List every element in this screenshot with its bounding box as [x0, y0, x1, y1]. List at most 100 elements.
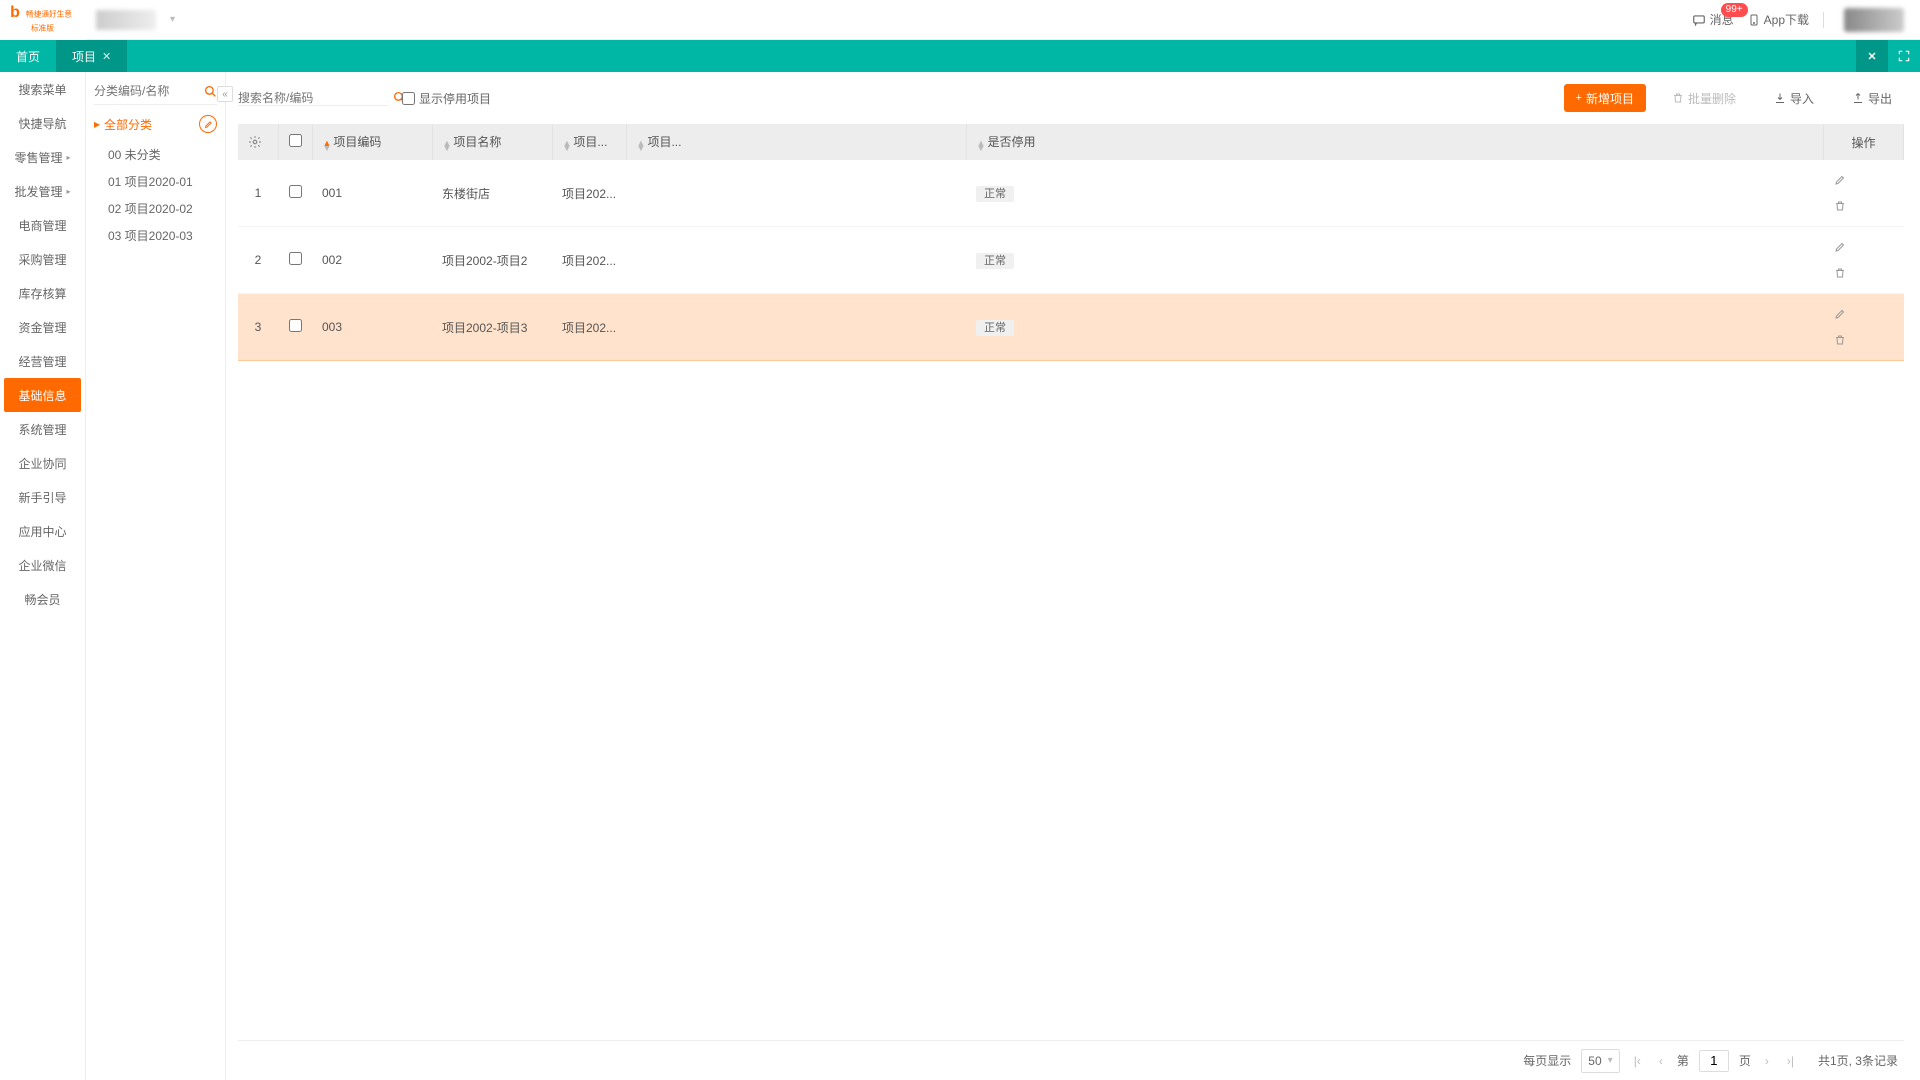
messages-button[interactable]: 消息 99+	[1692, 11, 1734, 28]
nav-quick[interactable]: 快捷导航	[0, 106, 85, 140]
col-operation: 操作	[1824, 124, 1904, 160]
tree-node[interactable]: 00 未分类	[94, 141, 217, 168]
settings-column[interactable]	[238, 124, 278, 160]
col-category[interactable]: ▲▼项目...	[552, 124, 626, 160]
delete-row-button[interactable]	[1834, 200, 1894, 212]
batch-delete-button[interactable]: 批量删除	[1660, 84, 1748, 112]
show-disabled-checkbox[interactable]: 显示停用项目	[402, 90, 491, 107]
caret-icon: ▸	[67, 153, 71, 162]
per-page-select[interactable]: 50 ▾	[1581, 1049, 1619, 1073]
nav-retail[interactable]: 零售管理▸	[0, 140, 85, 174]
col-remark[interactable]: ▲▼项目...	[626, 124, 966, 160]
add-project-button[interactable]: + 新增项目	[1564, 84, 1646, 112]
nav-member[interactable]: 畅会员	[0, 582, 85, 616]
nav-ecommerce[interactable]: 电商管理	[0, 208, 85, 242]
nav-basic-info[interactable]: 基础信息	[4, 378, 81, 412]
edit-category-button[interactable]	[199, 115, 217, 133]
fullscreen-button[interactable]	[1888, 40, 1920, 72]
trash-icon	[1672, 92, 1684, 104]
tree-node[interactable]: 02 项目2020-02	[94, 195, 217, 222]
nav-label: 快捷导航	[18, 115, 66, 132]
table-row[interactable]: 3003项目2002-项目3项目202...正常	[238, 294, 1904, 361]
tree-search-input[interactable]	[94, 84, 204, 98]
import-label: 导入	[1790, 90, 1814, 107]
select-all-column[interactable]	[278, 124, 312, 160]
checkbox[interactable]	[289, 252, 302, 265]
tree-node[interactable]: 03 项目2020-03	[94, 222, 217, 249]
tabbar-right	[1856, 40, 1920, 72]
table-body: 1001东楼街店项目202...正常2002项目2002-项目2项目202...…	[238, 160, 1904, 361]
search-input[interactable]	[238, 91, 393, 105]
row-select[interactable]	[278, 227, 312, 294]
table-row[interactable]: 2002项目2002-项目2项目202...正常	[238, 227, 1904, 294]
delete-row-button[interactable]	[1834, 267, 1894, 279]
delete-row-button[interactable]	[1834, 334, 1894, 346]
tab-project[interactable]: 项目 ✕	[56, 40, 127, 72]
page-last-button[interactable]: ›|	[1783, 1054, 1798, 1068]
row-select[interactable]	[278, 160, 312, 227]
org-selector[interactable]: ▾	[96, 10, 175, 30]
logo-icon: b	[10, 5, 20, 21]
page-input[interactable]	[1699, 1050, 1729, 1072]
page-prefix: 第	[1677, 1052, 1689, 1069]
row-select[interactable]	[278, 294, 312, 361]
status-badge: 正常	[976, 253, 1014, 269]
user-avatar[interactable]	[1844, 8, 1904, 32]
batch-delete-label: 批量删除	[1688, 90, 1736, 107]
phone-icon	[1748, 13, 1760, 27]
caret-icon: ▸	[67, 187, 71, 196]
export-button[interactable]: 导出	[1840, 84, 1904, 112]
sort-icon: ▲▼	[637, 141, 646, 151]
import-button[interactable]: 导入	[1762, 84, 1826, 112]
page-next-button[interactable]: ›	[1761, 1054, 1773, 1068]
project-table: ▲▼项目编码 ▲▼项目名称 ▲▼项目... ▲▼项目... ▲▼是否停用 操作 …	[238, 124, 1904, 361]
nav-inventory[interactable]: 库存核算	[0, 276, 85, 310]
nav-system[interactable]: 系统管理	[0, 412, 85, 446]
nav-enterprise[interactable]: 企业协同	[0, 446, 85, 480]
nav-label: 电商管理	[18, 217, 66, 234]
export-icon	[1852, 92, 1864, 104]
table-row[interactable]: 1001东楼街店项目202...正常	[238, 160, 1904, 227]
nav-app-center[interactable]: 应用中心	[0, 514, 85, 548]
page-prev-button[interactable]: ‹	[1655, 1054, 1667, 1068]
nav-business[interactable]: 经营管理	[0, 344, 85, 378]
divider	[1823, 12, 1824, 28]
tree-root[interactable]: ▸ 全部分类	[94, 115, 217, 133]
cell-category: 项目202...	[552, 227, 626, 294]
app-download-button[interactable]: App下载	[1748, 11, 1809, 28]
col-status[interactable]: ▲▼是否停用	[966, 124, 1823, 160]
nav-label: 经营管理	[18, 353, 66, 370]
main-layout: 搜索菜单 快捷导航 零售管理▸ 批发管理▸ 电商管理 采购管理 库存核算 资金管…	[0, 72, 1920, 1080]
nav-wholesale[interactable]: 批发管理▸	[0, 174, 85, 208]
edit-row-button[interactable]	[1834, 174, 1894, 186]
col-label: 项目...	[573, 135, 607, 149]
col-code[interactable]: ▲▼项目编码	[312, 124, 432, 160]
col-name[interactable]: ▲▼项目名称	[432, 124, 552, 160]
edit-row-button[interactable]	[1834, 241, 1894, 253]
collapse-tree-button[interactable]: «	[217, 86, 233, 102]
tree-root-label: 全部分类	[104, 116, 152, 133]
tree-node[interactable]: 01 项目2020-01	[94, 168, 217, 195]
search-icon[interactable]	[204, 85, 217, 98]
table-header: ▲▼项目编码 ▲▼项目名称 ▲▼项目... ▲▼项目... ▲▼是否停用 操作	[238, 124, 1904, 160]
cell-remark	[626, 227, 966, 294]
nav-wechat[interactable]: 企业微信	[0, 548, 85, 582]
close-all-tabs-button[interactable]	[1856, 40, 1888, 72]
cell-status: 正常	[966, 227, 1823, 294]
cell-name: 东楼街店	[432, 160, 552, 227]
checkbox[interactable]	[402, 92, 415, 105]
page-first-button[interactable]: |‹	[1630, 1054, 1645, 1068]
edit-row-button[interactable]	[1834, 308, 1894, 320]
nav-purchase[interactable]: 采购管理	[0, 242, 85, 276]
cell-remark	[626, 294, 966, 361]
close-icon[interactable]: ✕	[102, 50, 111, 63]
checkbox[interactable]	[289, 319, 302, 332]
tab-home[interactable]: 首页	[0, 40, 56, 72]
top-header: b 畅捷通好生意 标准版 ▾ 消息 99+ App下载	[0, 0, 1920, 40]
nav-search-menu[interactable]: 搜索菜单	[0, 72, 85, 106]
nav-guide[interactable]: 新手引导	[0, 480, 85, 514]
checkbox[interactable]	[289, 185, 302, 198]
nav-fund[interactable]: 资金管理	[0, 310, 85, 344]
col-label: 项目编码	[333, 135, 381, 149]
checkbox[interactable]	[289, 134, 302, 147]
